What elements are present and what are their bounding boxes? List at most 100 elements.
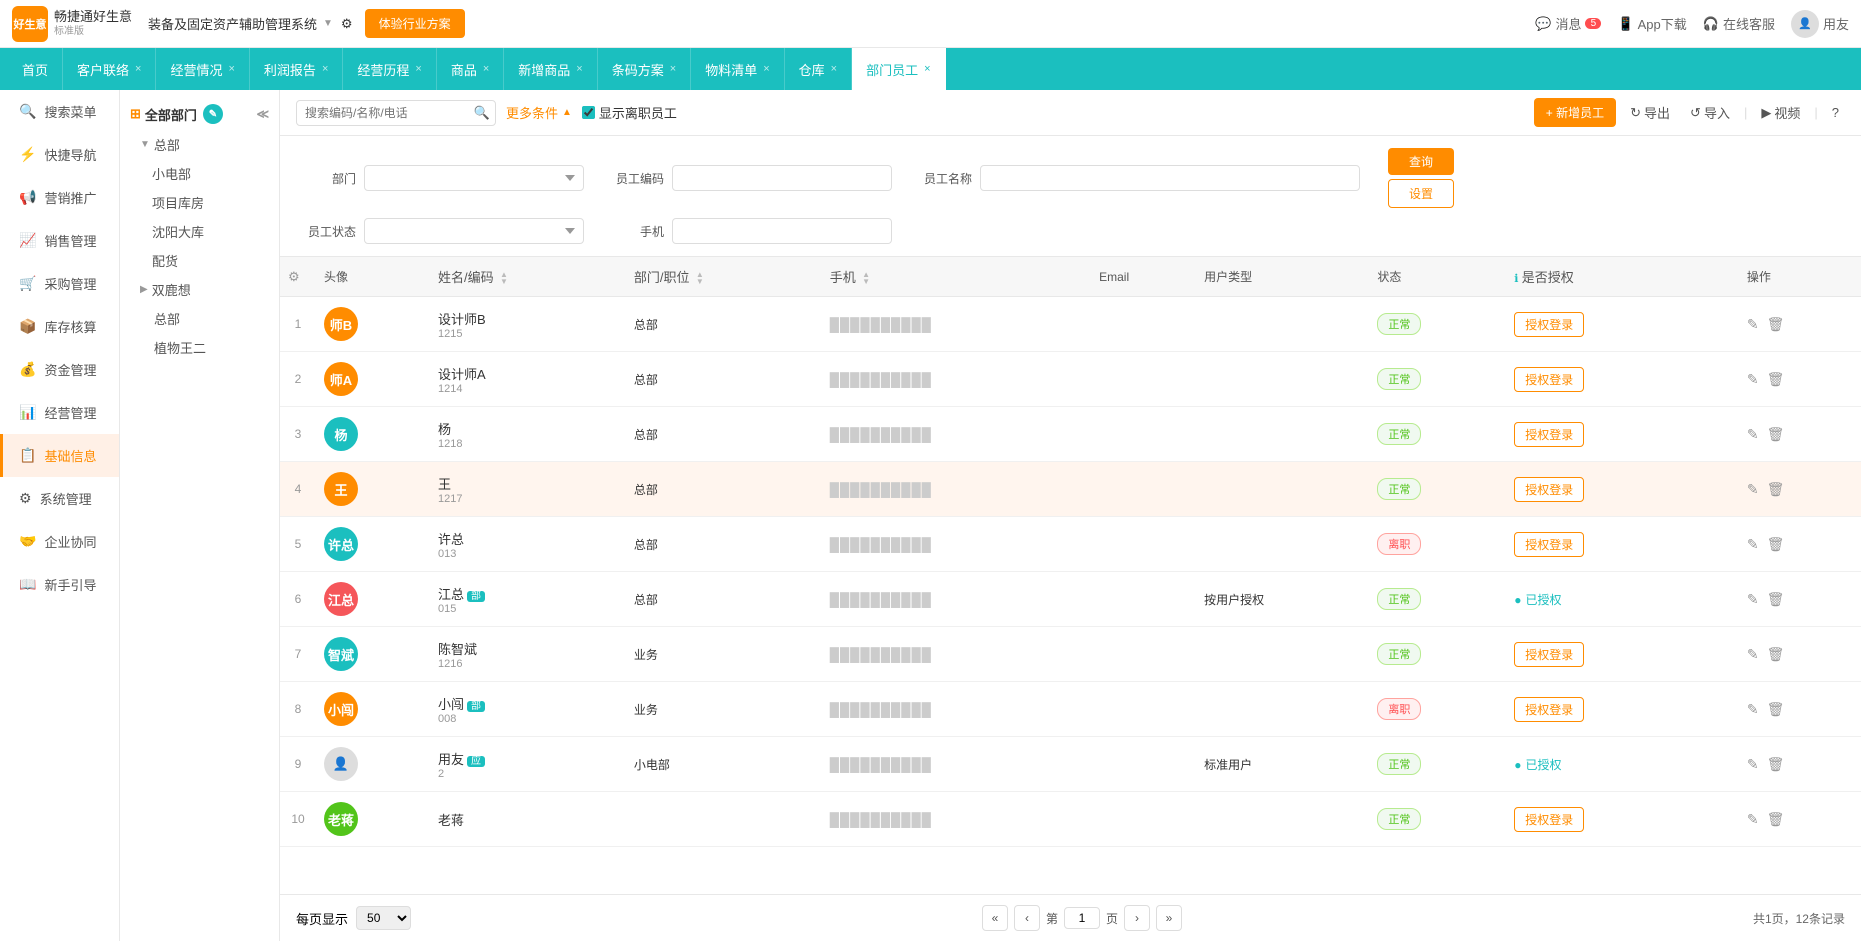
dept-sub-item-ph[interactable]: 配货 [120,246,279,275]
delete-icon[interactable]: 🗑 [1767,811,1785,828]
tab-bom[interactable]: 物料清单× [691,48,784,90]
tab-new-goods[interactable]: 新增商品× [504,48,597,90]
col-gear[interactable] [280,257,316,297]
search-icon[interactable]: 🔍 [474,105,490,121]
dept-item-zw[interactable]: 植物王二 [120,333,279,362]
page-size-select[interactable]: 50 100 [356,906,411,930]
edit-icon[interactable]: ✎ [1747,371,1759,388]
auth-button[interactable]: 授权登录 [1514,312,1584,337]
auth-button[interactable]: 授权登录 [1514,697,1584,722]
sidebar-item-shortcut[interactable]: ⚡ 快捷导航 [0,133,119,176]
col-phone[interactable]: 手机 ▲▼ [822,257,1091,297]
tab-department-staff[interactable]: 部门员工× [852,48,945,90]
trial-button[interactable]: 体验行业方案 [365,9,465,38]
auth-button[interactable]: 授权登录 [1514,807,1584,832]
auth-button[interactable]: 授权登录 [1514,642,1584,667]
phone-input[interactable] [672,218,892,244]
next-page-button[interactable]: › [1124,905,1150,931]
close-icon[interactable]: × [763,63,769,75]
page-input[interactable] [1064,907,1100,929]
sidebar-item-sales[interactable]: 📈 销售管理 [0,219,119,262]
add-employee-button[interactable]: + 新增员工 [1534,98,1616,127]
delete-icon[interactable]: 🗑 [1767,426,1785,443]
sidebar-item-collaboration[interactable]: 🤝 企业协同 [0,520,119,563]
dept-item-sl[interactable]: ▶ 双鹿想 [120,275,279,304]
col-name[interactable]: 姓名/编码 ▲▼ [430,257,626,297]
tab-customer[interactable]: 客户联络× [63,48,156,90]
user-button[interactable]: 👤 用友 [1791,10,1849,38]
close-icon[interactable]: × [576,63,582,75]
prev-page-button[interactable]: ‹ [1014,905,1040,931]
close-icon[interactable]: × [228,63,234,75]
view-button[interactable]: ▶ 视频 [1755,99,1806,126]
tab-history[interactable]: 经营历程× [343,48,436,90]
last-page-button[interactable]: » [1156,905,1182,931]
tab-goods[interactable]: 商品× [437,48,504,90]
dept-sub-item-xm[interactable]: 项目库房 [120,188,279,217]
show-resigned-checkbox[interactable]: 显示离职员工 [582,103,677,122]
sidebar-item-inventory[interactable]: 📦 库存核算 [0,305,119,348]
query-button[interactable]: 查询 [1388,148,1454,175]
edit-icon[interactable]: ✎ [1747,481,1759,498]
edit-icon[interactable]: ✎ [1747,316,1759,333]
delete-icon[interactable]: 🗑 [1767,646,1785,663]
sidebar-item-marketing[interactable]: 📢 营销推广 [0,176,119,219]
export-button[interactable]: ↻ 导出 [1624,99,1676,126]
edit-icon[interactable]: ✎ [1747,426,1759,443]
dept-item-root[interactable]: ▼ 总部 [120,130,279,159]
close-icon[interactable]: × [483,63,489,75]
online-service-button[interactable]: 🎧 在线客服 [1703,14,1775,33]
tab-home[interactable]: 首页 [8,48,63,90]
tab-profit[interactable]: 利润报告× [250,48,343,90]
delete-icon[interactable]: 🗑 [1767,536,1785,553]
edit-icon[interactable]: ✎ [1747,701,1759,718]
more-filter-button[interactable]: 更多条件 ▲ [506,103,572,122]
auth-button[interactable]: 授权登录 [1514,367,1584,392]
close-icon[interactable]: × [322,63,328,75]
sidebar-item-purchase[interactable]: 🛒 采购管理 [0,262,119,305]
auth-button[interactable]: 授权登录 [1514,532,1584,557]
delete-icon[interactable]: 🗑 [1767,756,1785,773]
delete-icon[interactable]: 🗑 [1767,591,1785,608]
edit-icon[interactable]: ✎ [1747,591,1759,608]
sidebar-item-guide[interactable]: 📖 新手引导 [0,563,119,606]
auth-button[interactable]: 授权登录 [1514,477,1584,502]
dept-sub-item-xd[interactable]: 小电部 [120,159,279,188]
emp-name-input[interactable] [980,165,1360,191]
col-dept[interactable]: 部门/职位 ▲▼ [626,257,822,297]
tab-warehouse[interactable]: 仓库× [785,48,852,90]
dept-item-zb[interactable]: 总部 [120,304,279,333]
edit-icon[interactable]: ✎ [1747,646,1759,663]
auth-button[interactable]: 授权登录 [1514,422,1584,447]
tab-operations[interactable]: 经营情况× [156,48,249,90]
sidebar-item-business[interactable]: 📊 经营管理 [0,391,119,434]
gear-icon[interactable]: ⚙ [341,16,353,32]
message-button[interactable]: 💬 消息 5 [1535,14,1601,33]
sidebar-item-finance[interactable]: 💰 资金管理 [0,348,119,391]
import-button[interactable]: ↺ 导入 [1684,99,1736,126]
tab-barcode[interactable]: 条码方案× [598,48,691,90]
close-icon[interactable]: × [415,63,421,75]
first-page-button[interactable]: « [982,905,1008,931]
delete-icon[interactable]: 🗑 [1767,371,1785,388]
app-download-button[interactable]: 📱 App下载 [1617,14,1686,33]
delete-icon[interactable]: 🗑 [1767,701,1785,718]
sidebar-item-search[interactable]: 🔍 搜索菜单 [0,90,119,133]
emp-status-select[interactable] [364,218,584,244]
dept-select[interactable] [364,165,584,191]
dept-sub-item-sy[interactable]: 沈阳大库 [120,217,279,246]
emp-code-input[interactable] [672,165,892,191]
edit-icon[interactable]: ✎ [1747,756,1759,773]
close-icon[interactable]: × [670,63,676,75]
collapse-icon[interactable]: ≪ [256,107,269,121]
help-button[interactable]: ? [1826,101,1845,124]
sidebar-item-basic-info[interactable]: 📋 基础信息 [0,434,119,477]
delete-icon[interactable]: 🗑 [1767,481,1785,498]
dept-edit-icon[interactable]: ✎ [203,104,223,124]
edit-icon[interactable]: ✎ [1747,811,1759,828]
set-button[interactable]: 设置 [1388,179,1454,208]
sidebar-item-system[interactable]: ⚙ 系统管理 [0,477,119,520]
search-input[interactable] [296,100,496,126]
delete-icon[interactable]: 🗑 [1767,316,1785,333]
close-icon[interactable]: × [135,63,141,75]
